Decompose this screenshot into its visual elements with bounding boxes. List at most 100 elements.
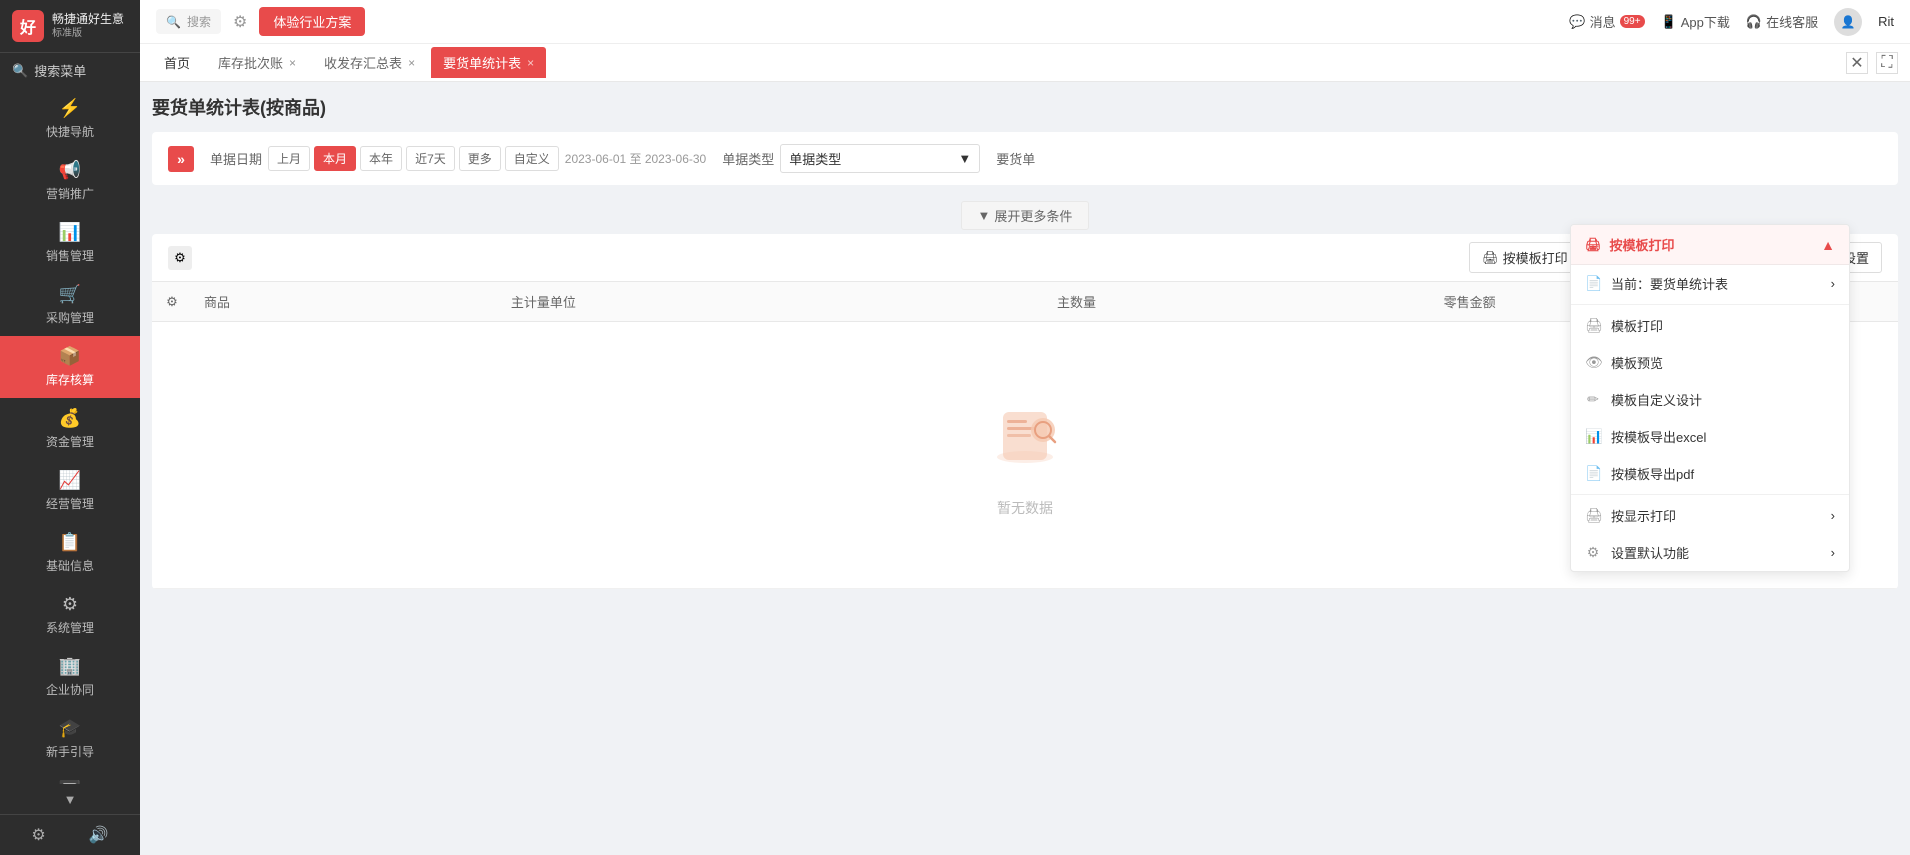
basics-icon: 📋 xyxy=(59,532,81,553)
tab-close-collection-summary[interactable]: × xyxy=(408,56,415,70)
date-btn-custom[interactable]: 自定义 xyxy=(505,146,559,171)
tab-label-collection-summary: 收发存汇总表 xyxy=(324,53,402,72)
online-service-item[interactable]: 🎧 在线客服 xyxy=(1746,12,1818,31)
sidebar-label-sales: 销售管理 xyxy=(46,247,94,264)
sidebar-label-basics: 基础信息 xyxy=(46,557,94,574)
sidebar-label-operations: 经营管理 xyxy=(46,495,94,512)
order-type-filter: 单据类型 单据类型 ▼ xyxy=(722,144,980,173)
filter-bar: » 单据日期 上月本月本年近7天更多自定义 2023-06-01 至 2023-… xyxy=(152,132,1898,185)
dropdown-header: 🖨 按模板打印 ▲ xyxy=(1571,225,1849,265)
sidebar-item-quick-nav[interactable]: ⚡ 快捷导航 xyxy=(0,88,140,150)
dropdown-print-icon: 🖨 xyxy=(1585,237,1602,253)
expand-more-button[interactable]: ▼ 展开更多条件 xyxy=(961,201,1090,230)
sidebar-scroll-down[interactable]: ▼ xyxy=(0,784,140,814)
tab-close-order-summary[interactable]: × xyxy=(527,56,534,70)
date-btn-prev-month[interactable]: 上月 xyxy=(268,146,310,171)
tab-home[interactable]: 首页 xyxy=(152,47,202,78)
dropdown-title: 🖨 按模板打印 xyxy=(1585,235,1675,254)
app-icon: 📱 xyxy=(1661,14,1677,30)
dropdown-template-preview[interactable]: 👁 模板预览 xyxy=(1571,344,1849,381)
industry-plan-button[interactable]: 体验行业方案 xyxy=(259,7,365,36)
date-range-display: 2023-06-01 至 2023-06-30 xyxy=(565,150,706,167)
marketing-icon: 📢 xyxy=(59,160,81,181)
tabs-bar: 首页 库存批次账 × 收发存汇总表 × 要货单统计表 × ✕ ⛶ xyxy=(140,44,1910,82)
current-template-arrow: › xyxy=(1831,276,1835,291)
sidebar-item-marketing[interactable]: 📢营销推广 xyxy=(0,150,140,212)
printer-icon: 🖨 xyxy=(1482,250,1499,266)
dropdown-collapse-icon[interactable]: ▲ xyxy=(1821,237,1835,253)
corp-icon: 🏢 xyxy=(59,656,81,677)
sidebar-item-sales[interactable]: 📊销售管理 xyxy=(0,212,140,274)
filter-expand-button[interactable]: » xyxy=(168,146,194,172)
page-content: 要货单统计表(按商品) » 单据日期 上月本月本年近7天更多自定义 2023-0… xyxy=(140,82,1910,855)
dropdown-export-pdf[interactable]: 📄 按模板导出pdf xyxy=(1571,455,1849,492)
sidebar-nav: ⚡ 快捷导航 📢营销推广📊销售管理🛒采购管理 📦 库存核算 💰 资金管理 📈经营管理 📋 基础信息… xyxy=(0,88,140,784)
sidebar-item-finance[interactable]: 💰 资金管理 xyxy=(0,398,140,460)
topbar-gear-icon[interactable]: ⚙ xyxy=(233,12,247,32)
topbar: 🔍 搜索 ⚙ 体验行业方案 💬 消息 99+ 📱 App下载 🎧 在线客服 👤 … xyxy=(140,0,1910,44)
finance-icon: 💰 xyxy=(59,408,81,429)
display-print-left: 🖨 按显示打印 xyxy=(1585,506,1676,525)
tab-label-order-summary: 要货单统计表 xyxy=(443,53,521,72)
topbar-right: 💬 消息 99+ 📱 App下载 🎧 在线客服 👤 Rit xyxy=(1569,8,1894,36)
message-icon: 💬 xyxy=(1569,14,1585,30)
sidebar-item-newbie[interactable]: 🎓新手引导 xyxy=(0,708,140,770)
default-function-left: ⚙ 设置默认功能 xyxy=(1585,543,1689,562)
app-download-item[interactable]: 📱 App下载 xyxy=(1661,12,1730,31)
quick-nav-icon: ⚡ xyxy=(59,98,81,119)
sidebar-item-inventory[interactable]: 📦 库存核算 xyxy=(0,336,140,398)
dropdown-default-function[interactable]: ⚙ 设置默认功能 › xyxy=(1571,534,1849,571)
topbar-search[interactable]: 🔍 搜索 xyxy=(156,9,221,34)
settings-bottom-btn[interactable]: ⚙ xyxy=(31,825,45,845)
tab-batch-account[interactable]: 库存批次账 × xyxy=(206,47,308,78)
dropdown-template-print[interactable]: 🖨 模板打印 xyxy=(1571,307,1849,344)
audio-bottom-btn[interactable]: 🔊 xyxy=(89,825,109,845)
tab-label-batch-account: 库存批次账 xyxy=(218,53,283,72)
system-icon: ⚙ xyxy=(62,594,78,615)
dropdown-header-controls: ▲ xyxy=(1821,237,1835,253)
dropdown-current-template[interactable]: 📄 当前：要货单统计表 › xyxy=(1571,265,1849,302)
service-icon: 🎧 xyxy=(1746,14,1762,30)
sidebar-item-basics[interactable]: 📋 基础信息 xyxy=(0,522,140,584)
date-btn-last-7days[interactable]: 近7天 xyxy=(406,146,455,171)
default-function-arrow: › xyxy=(1831,545,1835,560)
sidebar-item-purchase[interactable]: 🛒采购管理 xyxy=(0,274,140,336)
main-area: 🔍 搜索 ⚙ 体验行业方案 💬 消息 99+ 📱 App下载 🎧 在线客服 👤 … xyxy=(140,0,1910,855)
dropdown-export-excel[interactable]: 📊 按模板导出excel xyxy=(1571,418,1849,455)
default-func-icon: ⚙ xyxy=(1585,544,1601,561)
display-print-arrow: › xyxy=(1831,508,1835,523)
sidebar-label-inventory: 库存核算 xyxy=(46,371,94,388)
tab-order-summary[interactable]: 要货单统计表 × xyxy=(431,47,546,78)
date-btn-current-month[interactable]: 本月 xyxy=(314,146,356,171)
sidebar-item-appstore[interactable]: 🔲应用中心 xyxy=(0,770,140,784)
date-btn-more[interactable]: 更多 xyxy=(459,146,501,171)
tab-collection-summary[interactable]: 收发存汇总表 × xyxy=(312,47,427,78)
sidebar-item-operations[interactable]: 📈经营管理 xyxy=(0,460,140,522)
sidebar-label-system: 系统管理 xyxy=(46,619,94,636)
close-tab-button[interactable]: ✕ xyxy=(1846,52,1868,74)
maximize-tab-button[interactable]: ⛶ xyxy=(1876,52,1898,74)
order-type-select[interactable]: 单据类型 ▼ xyxy=(780,144,980,173)
col-settings: ⚙ xyxy=(152,282,192,322)
inventory-icon: 📦 xyxy=(59,346,81,367)
date-btn-current-year[interactable]: 本年 xyxy=(360,146,402,171)
sidebar-label-purchase: 采购管理 xyxy=(46,309,94,326)
user-avatar[interactable]: 👤 xyxy=(1834,8,1862,36)
current-template-left: 📄 当前：要货单统计表 xyxy=(1585,274,1728,293)
date-filter: 单据日期 上月本月本年近7天更多自定义 2023-06-01 至 2023-06… xyxy=(210,146,706,171)
dropdown-template-design[interactable]: ✏ 模板自定义设计 xyxy=(1571,381,1849,418)
gear-settings-icon[interactable]: ⚙ xyxy=(168,246,192,270)
pdf-icon: 📄 xyxy=(1585,465,1601,482)
dropdown-display-print[interactable]: 🖨 按显示打印 › xyxy=(1571,497,1849,534)
empty-text: 暂无数据 xyxy=(997,498,1053,518)
page-title: 要货单统计表(按商品) xyxy=(152,94,1898,120)
newbie-icon: 🎓 xyxy=(59,718,81,739)
sidebar-item-corp[interactable]: 🏢企业协同 xyxy=(0,646,140,708)
tab-close-batch-account[interactable]: × xyxy=(289,56,296,70)
doc-icon: 📄 xyxy=(1585,275,1601,292)
search-menu[interactable]: 🔍 搜索菜单 xyxy=(0,53,140,88)
sidebar-label-quick-nav: 快捷导航 xyxy=(46,123,94,140)
sidebar-label-finance: 资金管理 xyxy=(46,433,94,450)
sidebar-item-system[interactable]: ⚙ 系统管理 xyxy=(0,584,140,646)
message-item[interactable]: 💬 消息 99+ xyxy=(1569,12,1644,31)
